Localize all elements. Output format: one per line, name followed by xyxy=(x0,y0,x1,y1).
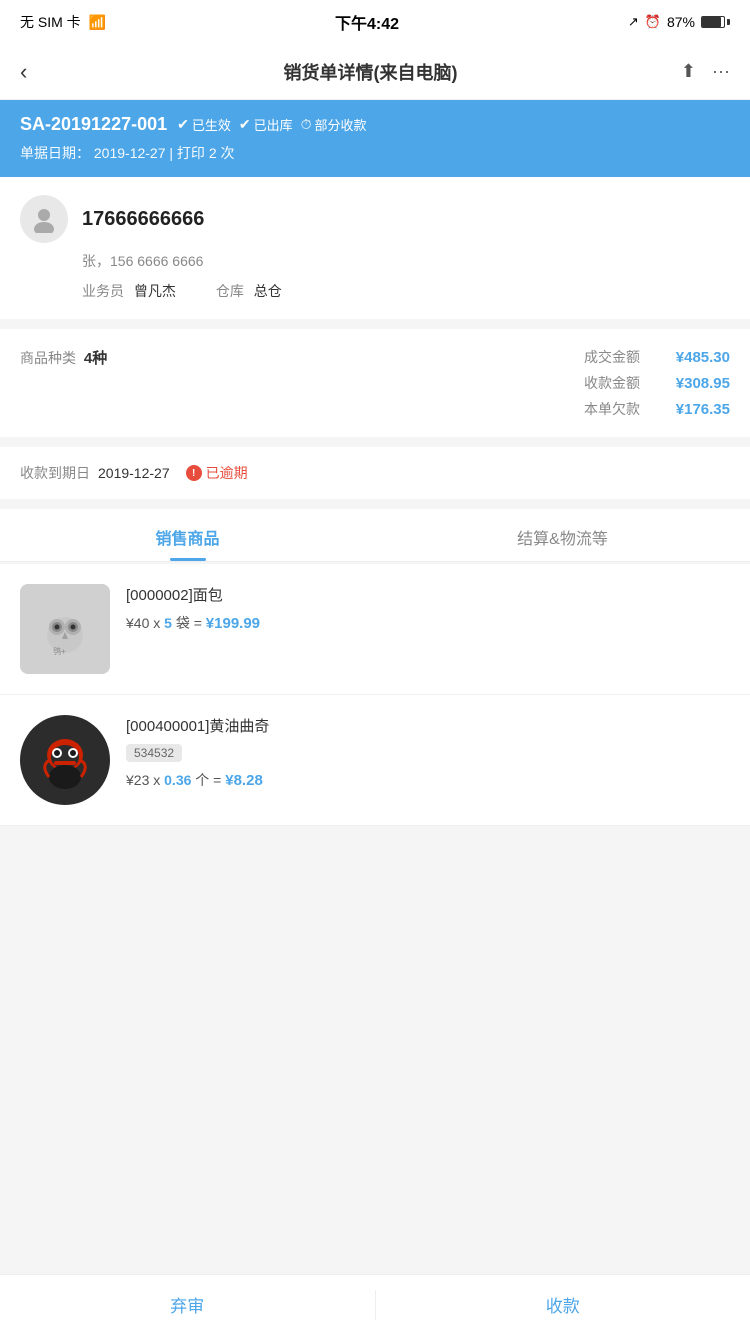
customer-section: 17666666666 张，156 6666 6666 业务员 曾凡杰 仓库 总… xyxy=(0,177,750,319)
product-price-2: ¥23 x 0.36 个 = ¥8.28 xyxy=(126,770,730,790)
share-icon[interactable]: ⬆ xyxy=(681,61,696,82)
product-item-2: [000400001]黄油曲奇 534532 ¥23 x 0.36 个 = ¥8… xyxy=(0,695,750,826)
location-icon: ↗ xyxy=(628,14,639,30)
meta-date-label: 单据日期： xyxy=(20,145,90,161)
due-section: 收款到期日 2019-12-27 ! 已逾期 xyxy=(0,447,750,499)
total-1: ¥199.99 xyxy=(206,615,260,632)
sales-label: 业务员 xyxy=(82,283,124,299)
alarm-icon: ⏰ xyxy=(645,14,661,30)
svg-text:鸮+: 鸮+ xyxy=(53,646,66,656)
check-icon-1: ✔ xyxy=(177,116,189,133)
status-bar: 无 SIM 卡 📶 下午4:42 ↗ ⏰ 87% xyxy=(0,0,750,44)
status-badge-effective: ✔ 已生效 xyxy=(177,115,231,134)
battery-indicator xyxy=(701,16,730,28)
tabs-section: 销售商品 结算&物流等 xyxy=(0,509,750,562)
warehouse-meta: 仓库 总仓 xyxy=(216,281,282,301)
status-left: 无 SIM 卡 📶 xyxy=(20,12,106,32)
customer-phone: 17666666666 xyxy=(82,208,204,231)
due-label: 收款到期日 xyxy=(20,463,90,483)
status-badge-partial: ⏱ 部分收款 xyxy=(301,115,367,134)
product-info-2: [000400001]黄油曲奇 534532 ¥23 x 0.36 个 = ¥8… xyxy=(126,715,730,790)
confirm-button[interactable]: 收款 xyxy=(376,1275,750,1334)
tab-sales[interactable]: 销售商品 xyxy=(0,509,375,561)
owed-value: ¥176.35 xyxy=(650,401,730,418)
tab-settlement-label: 结算&物流等 xyxy=(517,531,608,548)
warehouse-value: 总仓 xyxy=(254,283,282,299)
status-right: ↗ ⏰ 87% xyxy=(628,14,730,30)
battery-percent: 87% xyxy=(667,14,695,30)
order-meta: 单据日期： 2019-12-27 | 打印 2 次 xyxy=(20,143,730,163)
bottom-action-bar: 弃审 收款 xyxy=(0,1274,750,1334)
product-name-2: [000400001]黄油曲奇 xyxy=(126,715,730,736)
total-2: ¥8.28 xyxy=(225,772,263,789)
tab-sales-label: 销售商品 xyxy=(155,531,219,548)
print-info: | 打印 2 次 xyxy=(169,145,234,161)
order-banner: SA-20191227-001 ✔ 已生效 ✔ 已出库 ⏱ 部分收款 单据日期：… xyxy=(0,100,750,177)
product-info-1: [0000002]面包 ¥40 x 5 袋 = ¥199.99 xyxy=(126,584,730,633)
status-badge-shipped: ✔ 已出库 xyxy=(239,115,293,134)
price-base-1: ¥40 xyxy=(126,615,149,631)
deal-value: ¥485.30 xyxy=(650,349,730,366)
unit-1: 袋 xyxy=(176,615,190,631)
tab-underline xyxy=(170,558,206,561)
customer-row: 17666666666 xyxy=(20,195,730,243)
product-item: 鸮+ [0000002]面包 ¥40 x 5 袋 = ¥199.99 xyxy=(0,564,750,695)
nav-actions: ⬆ ··· xyxy=(681,61,730,82)
customer-meta: 业务员 曾凡杰 仓库 总仓 xyxy=(82,281,730,301)
stats-right: 成交金额 ¥485.30 收款金额 ¥308.95 本单欠款 ¥176.35 xyxy=(584,347,730,419)
clock-icon: ⏱ xyxy=(301,116,312,133)
stats-left: 商品种类 4种 xyxy=(20,347,107,368)
unit-2: 个 xyxy=(195,772,209,788)
carrier-text: 无 SIM 卡 xyxy=(20,12,81,32)
check-icon-2: ✔ xyxy=(239,116,251,133)
customer-name-phone: 张，156 6666 6666 xyxy=(82,251,730,271)
sales-value: 曾凡杰 xyxy=(134,283,176,299)
meta-date-value: 2019-12-27 xyxy=(94,145,166,161)
tab-settlement[interactable]: 结算&物流等 xyxy=(375,509,750,561)
wifi-icon: 📶 xyxy=(89,14,106,31)
deal-label: 成交金额 xyxy=(584,347,640,367)
more-icon[interactable]: ··· xyxy=(712,61,730,82)
order-number: SA-20191227-001 xyxy=(20,114,167,135)
price-base-2: ¥23 xyxy=(126,772,149,788)
qty-2: 0.36 xyxy=(164,772,191,788)
received-value: ¥308.95 xyxy=(650,375,730,392)
product-price-1: ¥40 x 5 袋 = ¥199.99 xyxy=(126,613,730,633)
stat-deal: 成交金额 ¥485.30 xyxy=(584,347,730,367)
cancel-button[interactable]: 弃审 xyxy=(0,1275,375,1334)
product-name-1: [0000002]面包 xyxy=(126,584,730,605)
products-section: 鸮+ [0000002]面包 ¥40 x 5 袋 = ¥199.99 xyxy=(0,564,750,826)
page-title: 销货单详情(来自电脑) xyxy=(283,59,457,85)
back-button[interactable]: ‹ xyxy=(20,59,60,85)
product-thumb-1: 鸮+ xyxy=(20,584,110,674)
stat-received: 收款金额 ¥308.95 xyxy=(584,373,730,393)
type-value: 4种 xyxy=(84,350,107,367)
status-badges: ✔ 已生效 ✔ 已出库 ⏱ 部分收款 xyxy=(177,115,366,134)
sales-meta: 业务员 曾凡杰 xyxy=(82,281,176,301)
due-date-value: 2019-12-27 xyxy=(98,465,170,481)
customer-avatar xyxy=(20,195,68,243)
owed-label: 本单欠款 xyxy=(584,399,640,419)
product-thumb-2 xyxy=(20,715,110,805)
type-label: 商品种类 xyxy=(20,350,76,366)
nav-bar: ‹ 销货单详情(来自电脑) ⬆ ··· xyxy=(0,44,750,100)
overdue-text: 已逾期 xyxy=(206,463,248,483)
warehouse-label: 仓库 xyxy=(216,283,244,299)
received-label: 收款金额 xyxy=(584,373,640,393)
stat-owed: 本单欠款 ¥176.35 xyxy=(584,399,730,419)
tabs-row: 销售商品 结算&物流等 xyxy=(0,509,750,561)
product-sku-2: 534532 xyxy=(126,744,182,762)
overdue-badge: ! 已逾期 xyxy=(186,463,248,483)
qty-1: 5 xyxy=(164,615,172,631)
time-display: 下午4:42 xyxy=(335,10,399,34)
overdue-icon: ! xyxy=(186,465,202,481)
stats-section: 商品种类 4种 成交金额 ¥485.30 收款金额 ¥308.95 本单欠款 ¥… xyxy=(0,329,750,437)
